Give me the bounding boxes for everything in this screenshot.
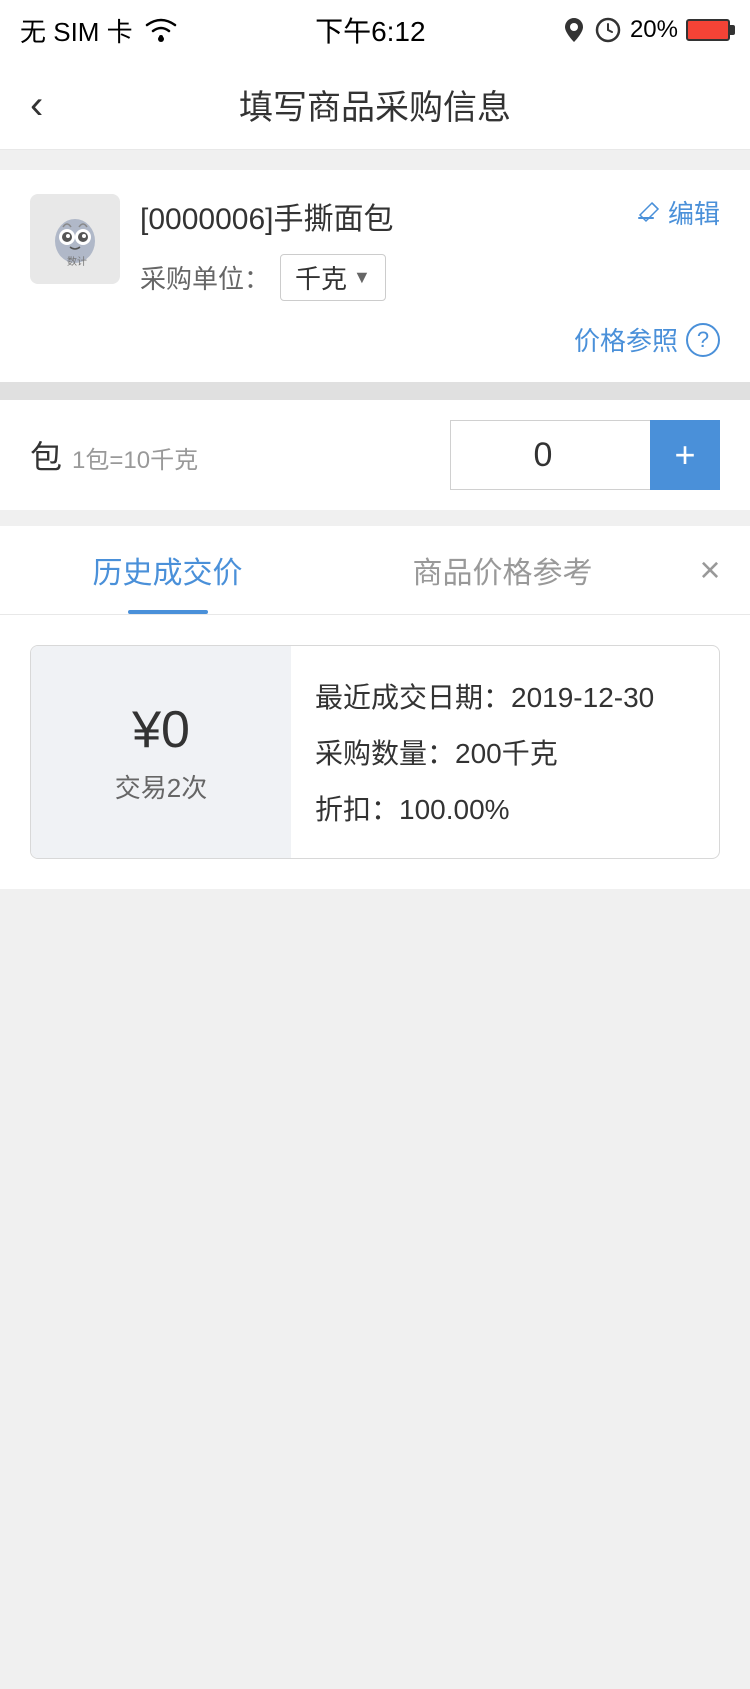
price-ref-info-icon[interactable]: ?: [686, 323, 720, 357]
product-left: 数计 [0000006]手撕面包 采购单位： 千克 ▼: [30, 194, 634, 301]
location-icon: [562, 16, 586, 44]
price-currency: ¥: [132, 701, 161, 759]
wifi-icon: [143, 17, 179, 43]
discount-value: 100.00%: [399, 794, 510, 825]
unit-dropdown-arrow: ▼: [353, 267, 371, 288]
unit-select[interactable]: 千克 ▼: [280, 254, 386, 301]
section-divider: [0, 382, 750, 400]
status-right: 20%: [562, 16, 730, 44]
qty-input-wrap: 0 +: [450, 420, 720, 490]
tab-close-button[interactable]: ×: [670, 526, 750, 614]
price-ref-link[interactable]: 价格参照: [574, 321, 678, 358]
product-unit-row: 采购单位： 千克 ▼: [140, 254, 634, 301]
price-detail-discount: 折扣：100.00%: [315, 788, 695, 828]
battery-percent: 20%: [630, 16, 678, 44]
page-title: 填写商品采购信息: [239, 80, 511, 129]
qty-conversion: 1包=10千克: [72, 440, 198, 475]
recent-date-label: 最近成交日期：: [315, 682, 511, 713]
quantity-plus-button[interactable]: +: [650, 420, 720, 490]
tab-history-price[interactable]: 历史成交价: [0, 526, 335, 614]
alarm-icon: [594, 16, 622, 44]
tab-header: 历史成交价 商品价格参考 ×: [0, 526, 750, 615]
product-image: 数计: [30, 194, 120, 284]
status-bar: 无 SIM 卡 下午6:12 20%: [0, 0, 750, 60]
status-left: 无 SIM 卡: [20, 12, 179, 49]
quantity-input[interactable]: 0: [450, 420, 650, 490]
tab-history-price-label: 历史成交价: [93, 548, 243, 592]
tab-product-price-ref-label: 商品价格参考: [413, 548, 593, 592]
qty-unit-label: 包: [30, 432, 62, 478]
nav-bar: ‹ 填写商品采购信息: [0, 60, 750, 150]
battery-icon: [686, 19, 730, 41]
product-card: 数计 [0000006]手撕面包 采购单位： 千克 ▼ 编辑: [0, 170, 750, 382]
price-value: ¥0: [132, 700, 190, 760]
recent-date-value: 2019-12-30: [511, 682, 654, 713]
back-button[interactable]: ‹: [30, 85, 43, 125]
edit-icon: [634, 199, 662, 227]
quantity-row: 包 1包=10千克 0 +: [0, 400, 750, 510]
svg-text:数计: 数计: [67, 255, 87, 268]
product-header: 数计 [0000006]手撕面包 采购单位： 千克 ▼ 编辑: [30, 194, 720, 301]
price-card-left: ¥0 交易2次: [31, 646, 291, 858]
tab-content: ¥0 交易2次 最近成交日期：2019-12-30 采购数量：200千克 折扣：…: [0, 615, 750, 889]
product-logo-icon: 数计: [45, 209, 105, 269]
price-card: ¥0 交易2次 最近成交日期：2019-12-30 采购数量：200千克 折扣：…: [30, 645, 720, 859]
price-detail-date: 最近成交日期：2019-12-30: [315, 676, 695, 716]
edit-button[interactable]: 编辑: [634, 194, 720, 231]
unit-value: 千克: [295, 259, 347, 296]
main-background: [0, 889, 750, 1689]
status-time: 下午6:12: [315, 10, 426, 50]
price-ref-row: 价格参照 ?: [30, 321, 720, 358]
edit-label: 编辑: [668, 194, 720, 231]
tab-product-price-ref[interactable]: 商品价格参考: [335, 526, 670, 614]
price-card-right: 最近成交日期：2019-12-30 采购数量：200千克 折扣：100.00%: [291, 646, 719, 858]
price-detail-quantity: 采购数量：200千克: [315, 732, 695, 772]
qty-label-wrap: 包 1包=10千克: [30, 432, 198, 478]
price-count: 交易2次: [115, 768, 207, 805]
product-info: [0000006]手撕面包 采购单位： 千克 ▼: [140, 194, 634, 301]
unit-label: 采购单位：: [140, 259, 270, 296]
tab-panel: 历史成交价 商品价格参考 × ¥0 交易2次 最近成交日期：2019-12-30…: [0, 526, 750, 889]
product-name: [0000006]手撕面包: [140, 194, 634, 238]
carrier-text: 无 SIM 卡: [20, 12, 133, 49]
quantity-label: 采购数量：: [315, 738, 455, 769]
quantity-value: 200千克: [455, 738, 558, 769]
discount-label: 折扣：: [315, 794, 399, 825]
price-number: 0: [161, 701, 190, 759]
